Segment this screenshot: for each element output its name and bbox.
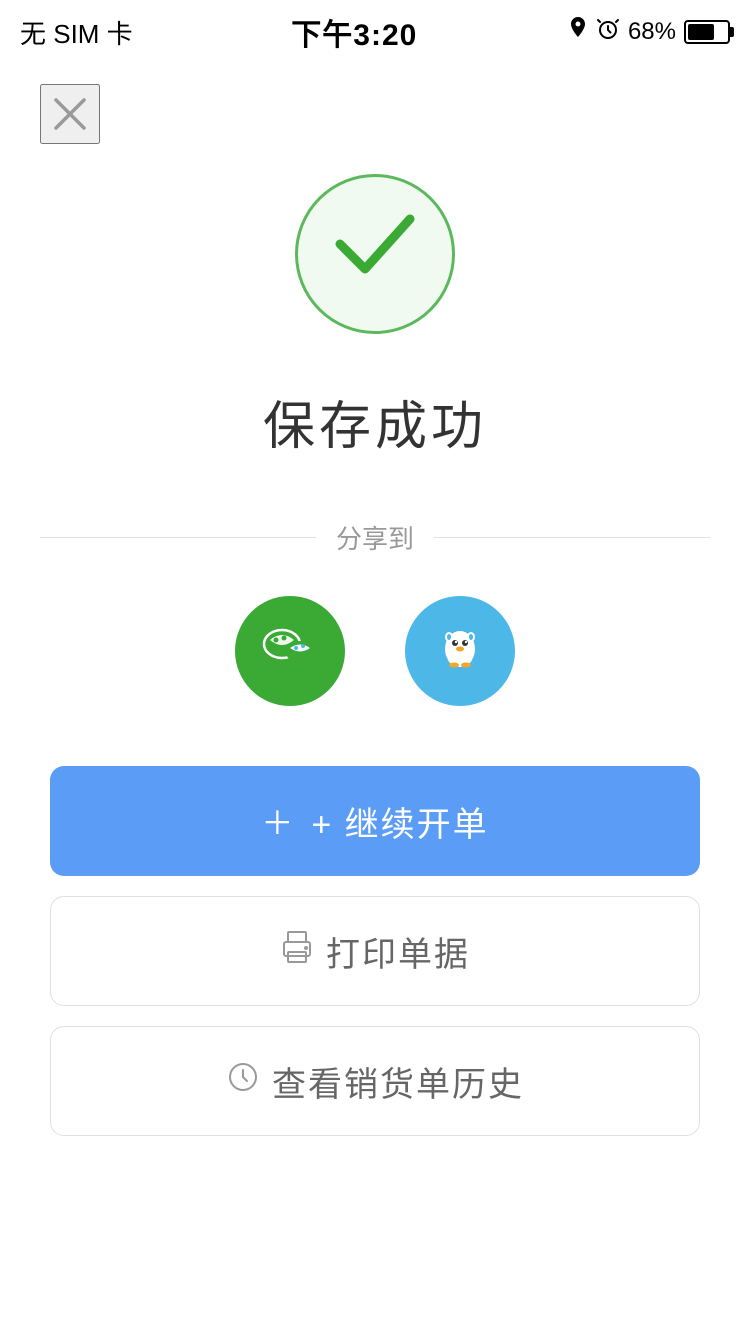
battery-percentage: 68% <box>628 18 676 46</box>
success-icon-container <box>40 174 710 334</box>
battery-icon <box>684 20 730 44</box>
divider-line-left <box>40 537 316 538</box>
history-button[interactable]: 查看销货单历史 <box>50 1026 700 1136</box>
checkmark-icon <box>330 204 420 297</box>
status-left: 无 SIM 卡 <box>20 14 141 51</box>
printer-icon <box>280 930 314 972</box>
share-divider: 分享到 <box>40 519 710 556</box>
action-buttons: ＋ + 继续开单 打印单据 查看销货单历 <box>40 766 710 1136</box>
plus-icon: ＋ <box>261 798 295 844</box>
wechat-share-button[interactable] <box>235 596 345 706</box>
close-button[interactable] <box>40 84 100 144</box>
success-circle <box>295 174 455 334</box>
main-content: 保存成功 分享到 <box>0 64 750 1156</box>
status-right: 68% <box>568 17 730 48</box>
qq-share-button[interactable] <box>405 596 515 706</box>
divider-line-right <box>434 537 710 538</box>
share-label: 分享到 <box>336 519 414 556</box>
time-display: 下午3:20 <box>291 10 417 54</box>
continue-label: + 继续开单 <box>311 797 488 846</box>
continue-button[interactable]: ＋ + 继续开单 <box>50 766 700 876</box>
print-label: 打印单据 <box>326 927 470 976</box>
status-bar: 无 SIM 卡 下午3:20 68% <box>0 0 750 64</box>
success-title: 保存成功 <box>40 384 710 459</box>
print-button[interactable]: 打印单据 <box>50 896 700 1006</box>
carrier-label: 无 SIM 卡 <box>20 14 133 51</box>
share-icons-row <box>40 596 710 706</box>
history-label: 查看销货单历史 <box>272 1057 524 1106</box>
location-icon <box>568 17 588 48</box>
alarm-icon <box>596 17 620 48</box>
clock-icon <box>226 1060 260 1102</box>
